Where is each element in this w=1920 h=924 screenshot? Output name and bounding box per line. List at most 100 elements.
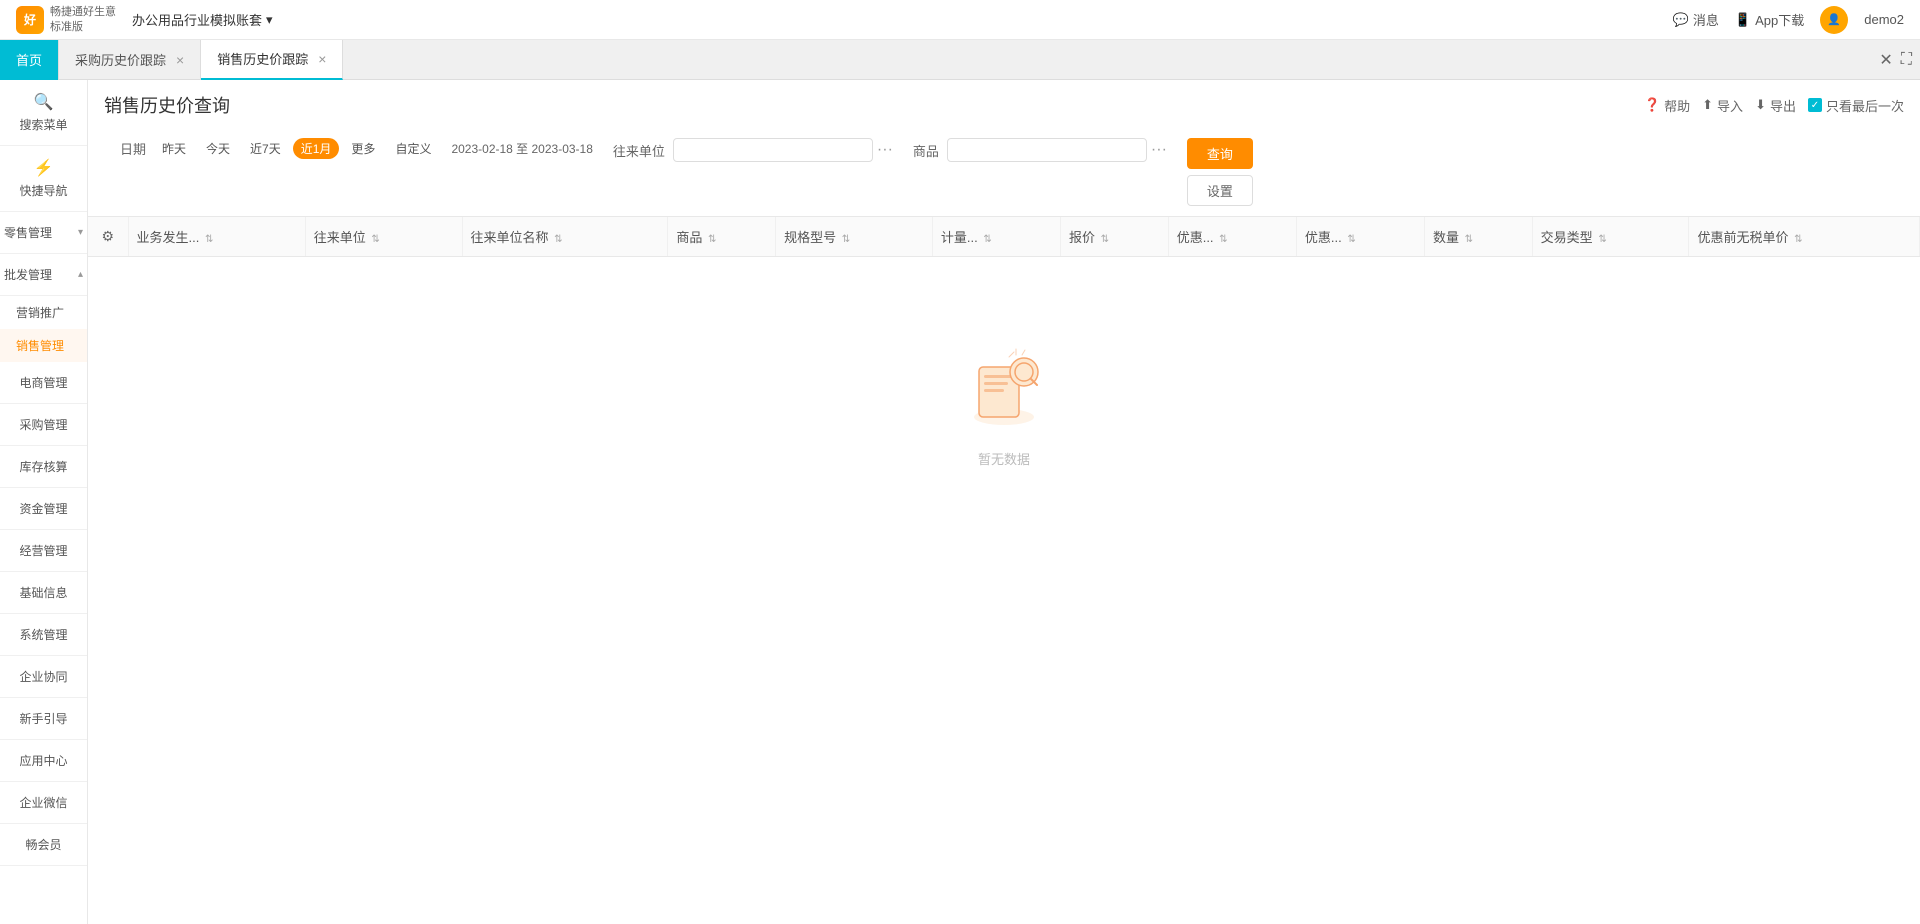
sidebar-item-operation[interactable]: 经营管理	[0, 530, 87, 572]
sidebar: 🔍 搜索菜单 ⚡ 快捷导航 零售管理 ▾ 批发管理 ▴ 营销推广 销售管理 电商…	[0, 80, 88, 924]
sidebar-sub-item-sales-mgmt[interactable]: 销售管理	[0, 329, 87, 362]
sales-history-tab-label: 销售历史价跟踪	[217, 49, 308, 68]
user-avatar[interactable]: 👤	[1820, 6, 1848, 34]
col-biz-date[interactable]: 业务发生... ⇅	[128, 217, 305, 257]
sort-icon-discount2: ⇅	[1347, 234, 1355, 245]
sidebar-item-basic-info[interactable]: 基础信息	[0, 572, 87, 614]
tab-purchase-history[interactable]: 采购历史价跟踪 ×	[59, 40, 201, 80]
page-title-row: 销售历史价查询 ❓ 帮助 ⬆ 导入 ⬇ 导出 ✓	[104, 92, 1904, 118]
settings-button[interactable]: 设置	[1187, 175, 1253, 206]
date-option-yesterday[interactable]: 昨天	[154, 138, 194, 159]
sidebar-item-finance[interactable]: 资金管理	[0, 488, 87, 530]
goods-select-button[interactable]: ···	[1151, 141, 1167, 159]
sidebar-sub-item-marketing[interactable]: 营销推广	[0, 296, 87, 329]
goods-filter-group: 商品 ···	[913, 138, 1167, 162]
col-discount1[interactable]: 优惠... ⇅	[1168, 217, 1296, 257]
tab-bar-actions: ✕ ⛶	[1871, 40, 1920, 79]
last-only-checkbox-label: ✓ 只看最后一次	[1808, 96, 1904, 115]
close-window-button[interactable]: ✕	[1879, 50, 1892, 70]
quick-nav-icon: ⚡	[34, 158, 54, 178]
avatar-image: 👤	[1827, 13, 1841, 26]
tab-close-purchase[interactable]: ×	[176, 53, 184, 67]
col-goods[interactable]: 商品 ⇅	[668, 217, 776, 257]
date-option-custom[interactable]: 自定义	[387, 138, 439, 159]
partner-input[interactable]	[673, 138, 873, 162]
sidebar-item-new-guide[interactable]: 新手引导	[0, 698, 87, 740]
page-header-actions: ❓ 帮助 ⬆ 导入 ⬇ 导出 ✓ 只看最后一次	[1644, 96, 1904, 115]
sidebar-item-search-menu[interactable]: 🔍 搜索菜单	[0, 80, 87, 146]
col-pre-tax-price[interactable]: 优惠前无税单价 ⇅	[1689, 217, 1920, 257]
sidebar-item-wholesale-mgmt[interactable]: 批发管理 ▴	[0, 254, 87, 296]
tab-close-sales[interactable]: ×	[318, 52, 326, 66]
sidebar-item-inventory[interactable]: 库存核算	[0, 446, 87, 488]
message-icon: 💬	[1673, 12, 1689, 28]
sort-icon-spec: ⇅	[842, 234, 850, 245]
help-icon: ❓	[1644, 97, 1660, 113]
top-bar-left: 好 畅捷通好生意 标准版 办公用品行业模拟账套 ▾	[16, 5, 281, 34]
export-button[interactable]: ⬇ 导出	[1755, 96, 1796, 115]
username-label[interactable]: demo2	[1864, 12, 1904, 27]
col-trade-type[interactable]: 交易类型 ⇅	[1532, 217, 1689, 257]
date-option-today[interactable]: 今天	[198, 138, 238, 159]
sidebar-item-ecommerce[interactable]: 电商管理	[0, 362, 87, 404]
goods-input[interactable]	[947, 138, 1147, 162]
sidebar-item-member[interactable]: 畅会员	[0, 824, 87, 866]
col-quote[interactable]: 报价 ⇅	[1061, 217, 1169, 257]
sort-icon-partner-name: ⇅	[554, 234, 562, 245]
query-button[interactable]: 查询	[1187, 138, 1253, 169]
sort-icon-qty: ⇅	[1465, 234, 1473, 245]
col-unit[interactable]: 计量... ⇅	[932, 217, 1060, 257]
sort-icon-discount1: ⇅	[1219, 234, 1227, 245]
partner-select-button[interactable]: ···	[877, 141, 893, 159]
goods-input-wrap: ···	[947, 138, 1167, 162]
sidebar-item-app-center[interactable]: 应用中心	[0, 740, 87, 782]
table-header-row: ⚙ 业务发生... ⇅ 往来单位 ⇅ 往来单位名称 ⇅	[88, 217, 1920, 257]
sort-icon-partner-code: ⇅	[371, 234, 379, 245]
data-table: ⚙ 业务发生... ⇅ 往来单位 ⇅ 往来单位名称 ⇅	[88, 217, 1920, 257]
col-partner-code[interactable]: 往来单位 ⇅	[305, 217, 462, 257]
date-option-more[interactable]: 更多	[343, 138, 383, 159]
last-only-checkbox[interactable]: ✓	[1808, 98, 1822, 112]
retail-mgmt-row: 零售管理 ▾	[4, 224, 83, 241]
date-filter-group: 日期 昨天 今天 近7天 近1月 更多 自定义 2023-02-18 至 202…	[120, 138, 593, 159]
sidebar-item-purchase[interactable]: 采购管理	[0, 404, 87, 446]
maximize-button[interactable]: ⛶	[1901, 51, 1912, 69]
sort-icon-trade-type: ⇅	[1598, 234, 1606, 245]
app-download-button[interactable]: 📱 App下载	[1735, 10, 1804, 29]
col-settings[interactable]: ⚙	[88, 217, 128, 257]
sidebar-item-retail-mgmt[interactable]: 零售管理 ▾	[0, 212, 87, 254]
empty-illustration	[954, 337, 1054, 437]
query-actions: 查询 设置	[1187, 138, 1253, 206]
chevron-up-icon: ▴	[78, 269, 83, 280]
tab-sales-history[interactable]: 销售历史价跟踪 ×	[201, 40, 343, 80]
empty-state: 暂无数据	[88, 257, 1920, 548]
col-spec[interactable]: 规格型号 ⇅	[776, 217, 933, 257]
date-option-7days[interactable]: 近7天	[242, 138, 289, 159]
app-selector-label: 办公用品行业模拟账套	[132, 10, 262, 29]
sidebar-item-enterprise-wechat[interactable]: 企业微信	[0, 782, 87, 824]
chevron-down-icon: ▾	[266, 12, 273, 28]
message-button[interactable]: 💬 消息	[1673, 10, 1719, 29]
download-icon: 📱	[1735, 12, 1751, 28]
table-container: ⚙ 业务发生... ⇅ 往来单位 ⇅ 往来单位名称 ⇅	[88, 217, 1920, 924]
help-button[interactable]: ❓ 帮助	[1644, 96, 1690, 115]
filter-bar: 日期 昨天 今天 近7天 近1月 更多 自定义 2023-02-18 至 202…	[104, 128, 1904, 216]
date-option-1month[interactable]: 近1月	[293, 138, 340, 159]
import-button[interactable]: ⬆ 导入	[1702, 96, 1743, 115]
sort-icon-pre-tax-price: ⇅	[1794, 234, 1802, 245]
col-discount2[interactable]: 优惠... ⇅	[1296, 217, 1424, 257]
home-tab-label: 首页	[16, 50, 42, 69]
sidebar-item-enterprise-collab[interactable]: 企业协同	[0, 656, 87, 698]
import-icon: ⬆	[1702, 97, 1713, 113]
sidebar-item-quick-nav[interactable]: ⚡ 快捷导航	[0, 146, 87, 212]
sort-icon-quote: ⇅	[1101, 234, 1109, 245]
col-partner-name[interactable]: 往来单位名称 ⇅	[462, 217, 668, 257]
column-settings-icon[interactable]: ⚙	[101, 228, 114, 244]
purchase-history-tab-label: 采购历史价跟踪	[75, 50, 166, 69]
col-qty[interactable]: 数量 ⇅	[1424, 217, 1532, 257]
export-icon: ⬇	[1755, 97, 1766, 113]
app-selector[interactable]: 办公用品行业模拟账套 ▾	[124, 6, 281, 33]
tab-home[interactable]: 首页	[0, 40, 59, 80]
logo-text: 畅捷通好生意 标准版	[50, 5, 116, 34]
sidebar-item-system[interactable]: 系统管理	[0, 614, 87, 656]
